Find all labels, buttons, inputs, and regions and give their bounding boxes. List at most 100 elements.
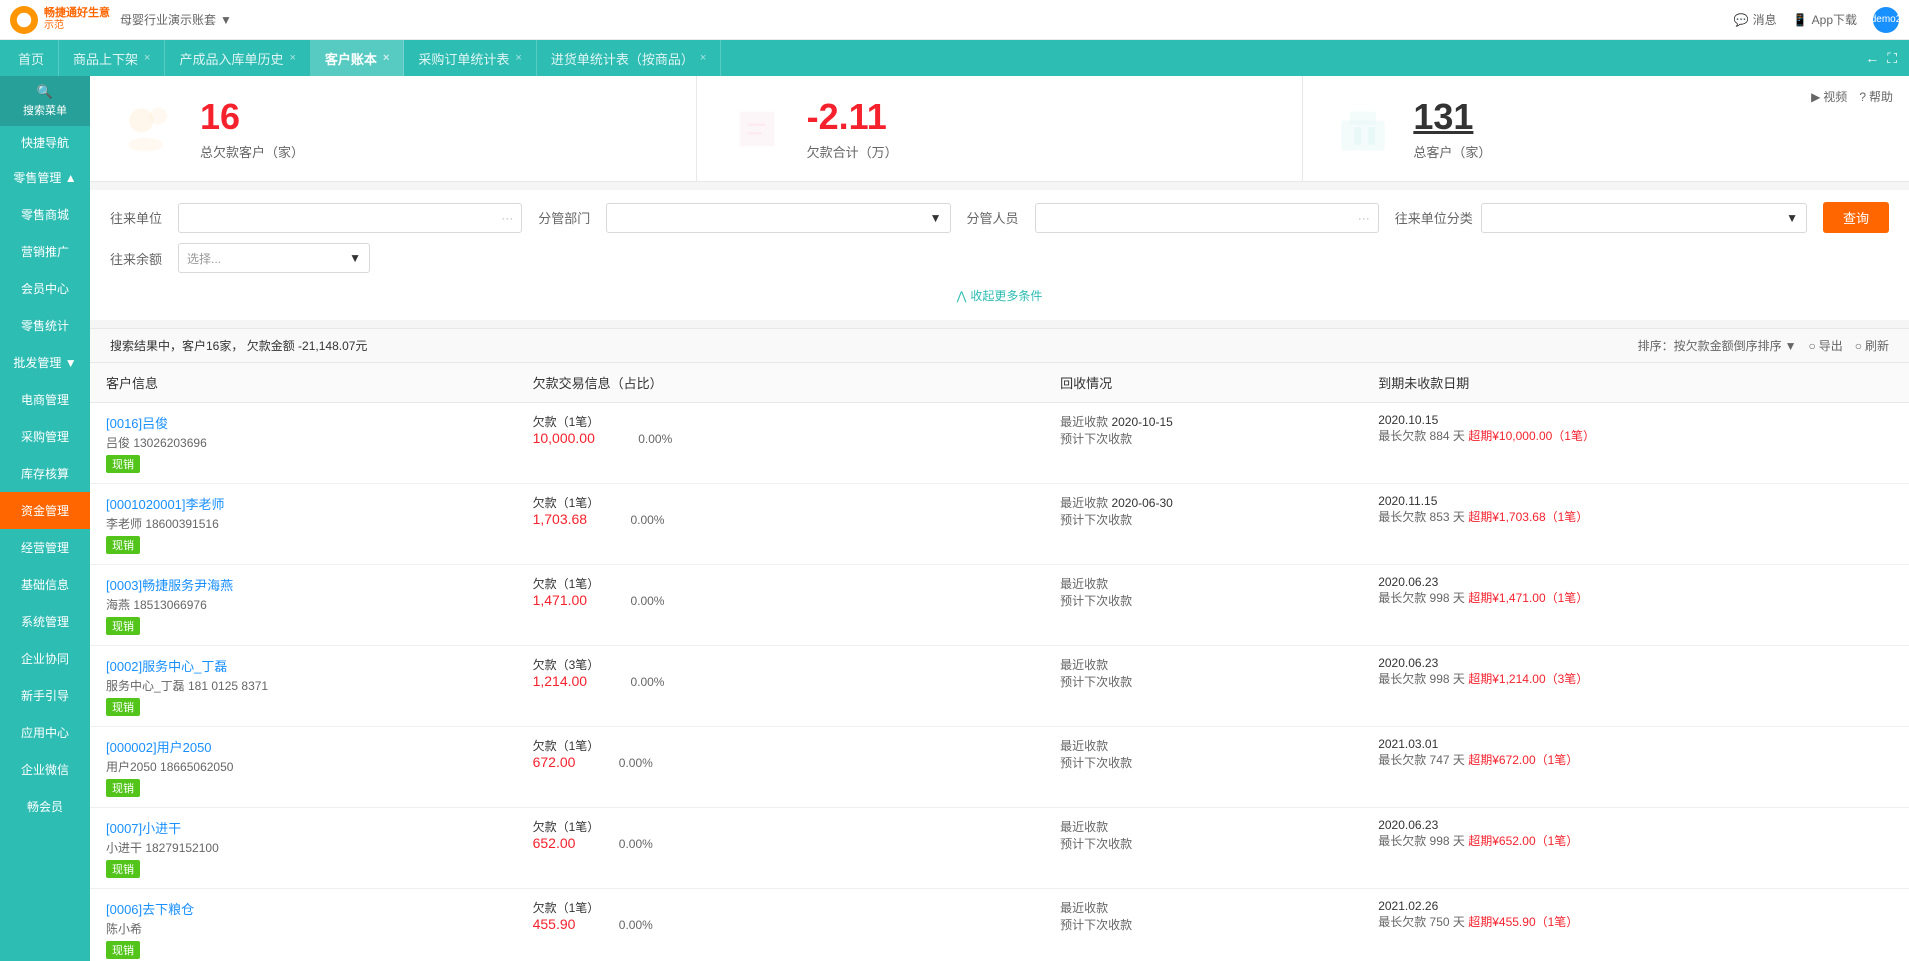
export-btn[interactable]: ○ 导出: [1808, 337, 1842, 354]
tab-product-online-close[interactable]: ×: [144, 52, 150, 64]
sidebar-item-member-center[interactable]: 会员中心: [0, 270, 90, 307]
sidebar-item-enterprise-collab[interactable]: 企业协同: [0, 640, 90, 677]
username-text: demo2: [1871, 14, 1902, 25]
filter-balance-select[interactable]: 选择... ▼: [178, 243, 370, 273]
owe-amount-2: 1,471.00: [533, 592, 588, 608]
sidebar-item-label: 企业微信: [21, 763, 69, 777]
sidebar-item-label: 基础信息: [21, 578, 69, 592]
sidebar-item-enterprise-wechat[interactable]: 企业微信: [0, 751, 90, 788]
tab-expand-icon[interactable]: ⛶: [1887, 50, 1897, 67]
user-avatar[interactable]: demo2: [1873, 7, 1899, 33]
sidebar-item-wholesale-management[interactable]: 批发管理 ▼: [0, 344, 90, 381]
sidebar-item-retail-management[interactable]: 零售管理 ▲: [0, 159, 90, 196]
table-row: [0001020001]李老师 李老师 18600391516 现销 欠款（1笔…: [90, 484, 1909, 565]
customer-name-5[interactable]: [0007]小进干: [106, 821, 181, 836]
overdue-link-1[interactable]: 超期¥1,703.68（1笔）: [1468, 510, 1588, 524]
sort-label: 排序：按欠款金额倒序排序: [1638, 337, 1782, 354]
customer-name-0[interactable]: [0016]吕俊: [106, 416, 168, 431]
sidebar-item-retail-mall[interactable]: 零售商城: [0, 196, 90, 233]
sidebar-item-member-club[interactable]: 畅会员: [0, 788, 90, 825]
sidebar-search-btn[interactable]: 🔍 搜索菜单: [0, 76, 90, 126]
refresh-btn[interactable]: ○ 刷新: [1855, 337, 1889, 354]
collapse-btn[interactable]: ⋀ 收起更多条件: [110, 283, 1889, 308]
recovery-cell-6: 最近收款 预计下次收款: [1044, 889, 1362, 961]
tab-product-online-label: 商品上下架: [73, 49, 138, 68]
tab-purchase-order-close[interactable]: ×: [515, 52, 521, 64]
recovery-next-5: 预计下次收款: [1060, 835, 1346, 852]
app-download-btn[interactable]: 📱 App下载: [1793, 11, 1857, 28]
filter-item-dept: 分管部门 ▼: [538, 203, 950, 233]
sidebar-item-ecommerce[interactable]: 电商管理: [0, 381, 90, 418]
tab-product-online[interactable]: 商品上下架 ×: [59, 40, 165, 76]
sidebar-item-business[interactable]: 经营管理: [0, 529, 90, 566]
industry-selector[interactable]: 母婴行业演示账套 ▼: [120, 11, 232, 28]
tab-home[interactable]: 首页: [4, 40, 59, 76]
chevron-down-icon: ▼: [349, 251, 361, 265]
due-date-cell-4: 2021.03.01 最长欠款 747 天 超期¥672.00（1笔）: [1362, 727, 1909, 808]
help-btn[interactable]: ? 帮助: [1859, 88, 1893, 105]
recovery-latest-2: 最近收款: [1060, 575, 1346, 592]
sidebar-item-newbie[interactable]: 新手引导: [0, 677, 90, 714]
card-content-customers: 16 总欠款客户（家）: [200, 96, 304, 161]
total-customers-label: 总客户（家）: [1413, 142, 1491, 161]
sidebar-item-label: 资金管理: [21, 504, 69, 518]
overdue-link-0[interactable]: 超期¥10,000.00（1笔）: [1468, 429, 1595, 443]
tab-production-history-label: 产成品入库单历史: [179, 49, 283, 68]
sidebar-item-label: 畅会员: [27, 800, 63, 814]
tab-customer-account-close[interactable]: ×: [383, 52, 389, 64]
sidebar-item-inventory[interactable]: 库存核算: [0, 455, 90, 492]
search-btn[interactable]: 查询: [1823, 202, 1889, 233]
sidebar: 🔍 搜索菜单 快捷导航 零售管理 ▲ 零售商城 营销推广 会员中心: [0, 76, 90, 961]
customer-info-cell-2: [0003]畅捷服务尹海燕 海燕 18513066976 现销: [90, 565, 517, 646]
customer-name-3[interactable]: [0002]服务中心_丁磊: [106, 659, 227, 674]
top-bar: 畅捷通好生意 示范 母婴行业演示账套 ▼ 💬 消息 📱 App下载 demo2: [0, 0, 1909, 40]
overdue-link-4[interactable]: 超期¥672.00（1笔）: [1468, 753, 1578, 767]
overdue-link-3[interactable]: 超期¥1,214.00（3笔）: [1468, 672, 1588, 686]
tab-goods-stats-close[interactable]: ×: [700, 52, 706, 64]
video-btn[interactable]: ▶ 视频: [1811, 88, 1847, 105]
sidebar-item-purchase[interactable]: 采购管理: [0, 418, 90, 455]
overdue-link-5[interactable]: 超期¥652.00（1笔）: [1468, 834, 1578, 848]
customer-sub-6: 陈小希: [106, 920, 501, 937]
sidebar-item-finance[interactable]: 资金管理: [0, 492, 90, 529]
tab-prev-icon[interactable]: ←: [1865, 50, 1879, 66]
customer-name-2[interactable]: [0003]畅捷服务尹海燕: [106, 578, 233, 593]
owe-percent-6: 0.00%: [619, 918, 653, 932]
main-layout: 🔍 搜索菜单 快捷导航 零售管理 ▲ 零售商城 营销推广 会员中心: [0, 76, 1909, 961]
filter-category-select[interactable]: ▼: [1481, 203, 1807, 233]
tab-purchase-order[interactable]: 采购订单统计表 ×: [404, 40, 536, 76]
result-info: 搜索结果中，客户16家， 欠款金额 -21,148.07元: [110, 337, 367, 354]
sidebar-item-retail-stats[interactable]: 零售统计: [0, 307, 90, 344]
tabs-bar: 首页 商品上下架 × 产成品入库单历史 × 客户账本 × 采购订单统计表 × 进…: [0, 40, 1909, 76]
sidebar-item-app-center[interactable]: 应用中心: [0, 714, 90, 751]
owe-info-cell-2: 欠款（1笔） 1,471.00 0.00%: [517, 565, 1045, 646]
owe-count-1: 欠款（1笔）: [533, 494, 1029, 511]
filter-person-input[interactable]: ···: [1035, 203, 1379, 233]
sidebar-item-marketing[interactable]: 营销推广: [0, 233, 90, 270]
customer-name-6[interactable]: [0006]去下粮仓: [106, 902, 194, 917]
recovery-latest-4: 最近收款: [1060, 737, 1346, 754]
overdue-days-6: 最长欠款 750 天: [1378, 915, 1468, 929]
filter-dept-select[interactable]: ▼: [606, 203, 950, 233]
recovery-next-3: 预计下次收款: [1060, 673, 1346, 690]
filter-vendor-input[interactable]: ···: [178, 203, 522, 233]
tab-production-history-close[interactable]: ×: [289, 52, 295, 64]
tab-production-history[interactable]: 产成品入库单历史 ×: [165, 40, 310, 76]
sidebar-item-basic-info[interactable]: 基础信息: [0, 566, 90, 603]
customer-name-4[interactable]: [000002]用户2050: [106, 740, 212, 755]
overdue-link-2[interactable]: 超期¥1,471.00（1笔）: [1468, 591, 1588, 605]
filter-category-label: 往来单位分类: [1395, 208, 1473, 227]
overdue-link-6[interactable]: 超期¥455.90（1笔）: [1468, 915, 1578, 929]
customer-name-1[interactable]: [0001020001]李老师: [106, 497, 225, 512]
collapse-label: 收起更多条件: [970, 287, 1042, 304]
due-date-6: 2021.02.26: [1378, 899, 1893, 913]
logo-text: 畅捷通好生意: [44, 7, 110, 20]
sidebar-quick-nav[interactable]: 快捷导航: [0, 126, 90, 159]
tab-goods-stats[interactable]: 进货单统计表（按商品） ×: [537, 40, 721, 76]
customer-info-cell-6: [0006]去下粮仓 陈小希 现销: [90, 889, 517, 961]
sidebar-item-system[interactable]: 系统管理: [0, 603, 90, 640]
message-btn[interactable]: 💬 消息: [1734, 11, 1777, 28]
sort-select[interactable]: 排序：按欠款金额倒序排序 ▼: [1638, 337, 1797, 354]
customer-info-cell-0: [0016]吕俊 吕俊 13026203696 现销: [90, 403, 517, 484]
tab-customer-account[interactable]: 客户账本 ×: [311, 40, 404, 76]
